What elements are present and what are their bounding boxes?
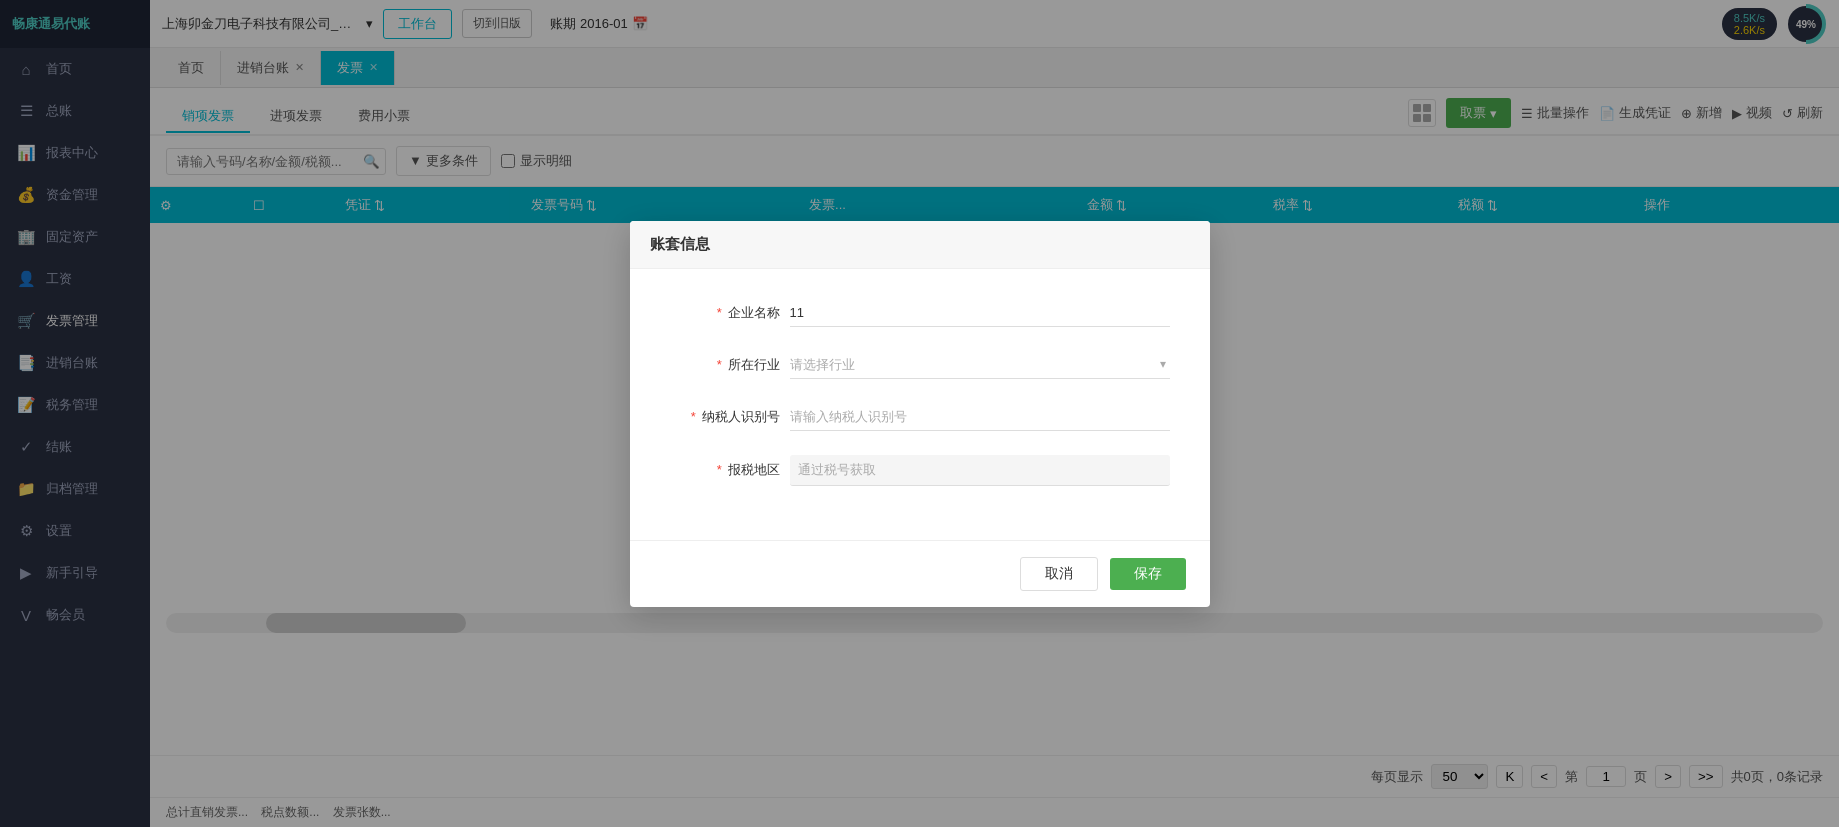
industry-select[interactable]: 请选择行业 bbox=[790, 351, 1170, 378]
required-mark: * bbox=[691, 409, 696, 424]
cancel-button[interactable]: 取消 bbox=[1020, 557, 1098, 591]
form-row-tax-region: * 报税地区 通过税号获取 bbox=[670, 455, 1170, 486]
form-row-industry: * 所在行业 请选择行业 ▾ bbox=[670, 351, 1170, 379]
tax-id-label: * 纳税人识别号 bbox=[670, 408, 790, 426]
account-info-modal: 账套信息 * 企业名称 * 所在行业 请选择行业 bbox=[630, 221, 1210, 607]
industry-select-wrap: 请选择行业 ▾ bbox=[790, 351, 1170, 379]
form-row-tax-id: * 纳税人识别号 bbox=[670, 403, 1170, 431]
tax-region-label: * 报税地区 bbox=[670, 461, 790, 479]
form-row-company-name: * 企业名称 bbox=[670, 299, 1170, 327]
tax-id-input[interactable] bbox=[790, 403, 1170, 431]
required-mark: * bbox=[717, 357, 722, 372]
company-name-label: * 企业名称 bbox=[670, 304, 790, 322]
modal-body: * 企业名称 * 所在行业 请选择行业 ▾ bbox=[630, 269, 1210, 540]
save-button[interactable]: 保存 bbox=[1110, 558, 1186, 590]
industry-label: * 所在行业 bbox=[670, 356, 790, 374]
required-mark: * bbox=[717, 462, 722, 477]
tax-region-disabled-input: 通过税号获取 bbox=[790, 455, 1170, 486]
modal-header: 账套信息 bbox=[630, 221, 1210, 269]
company-name-input[interactable] bbox=[790, 299, 1170, 327]
modal-overlay: 账套信息 * 企业名称 * 所在行业 请选择行业 bbox=[0, 0, 1839, 827]
required-mark: * bbox=[717, 305, 722, 320]
modal-title: 账套信息 bbox=[650, 235, 710, 252]
modal-footer: 取消 保存 bbox=[630, 540, 1210, 607]
